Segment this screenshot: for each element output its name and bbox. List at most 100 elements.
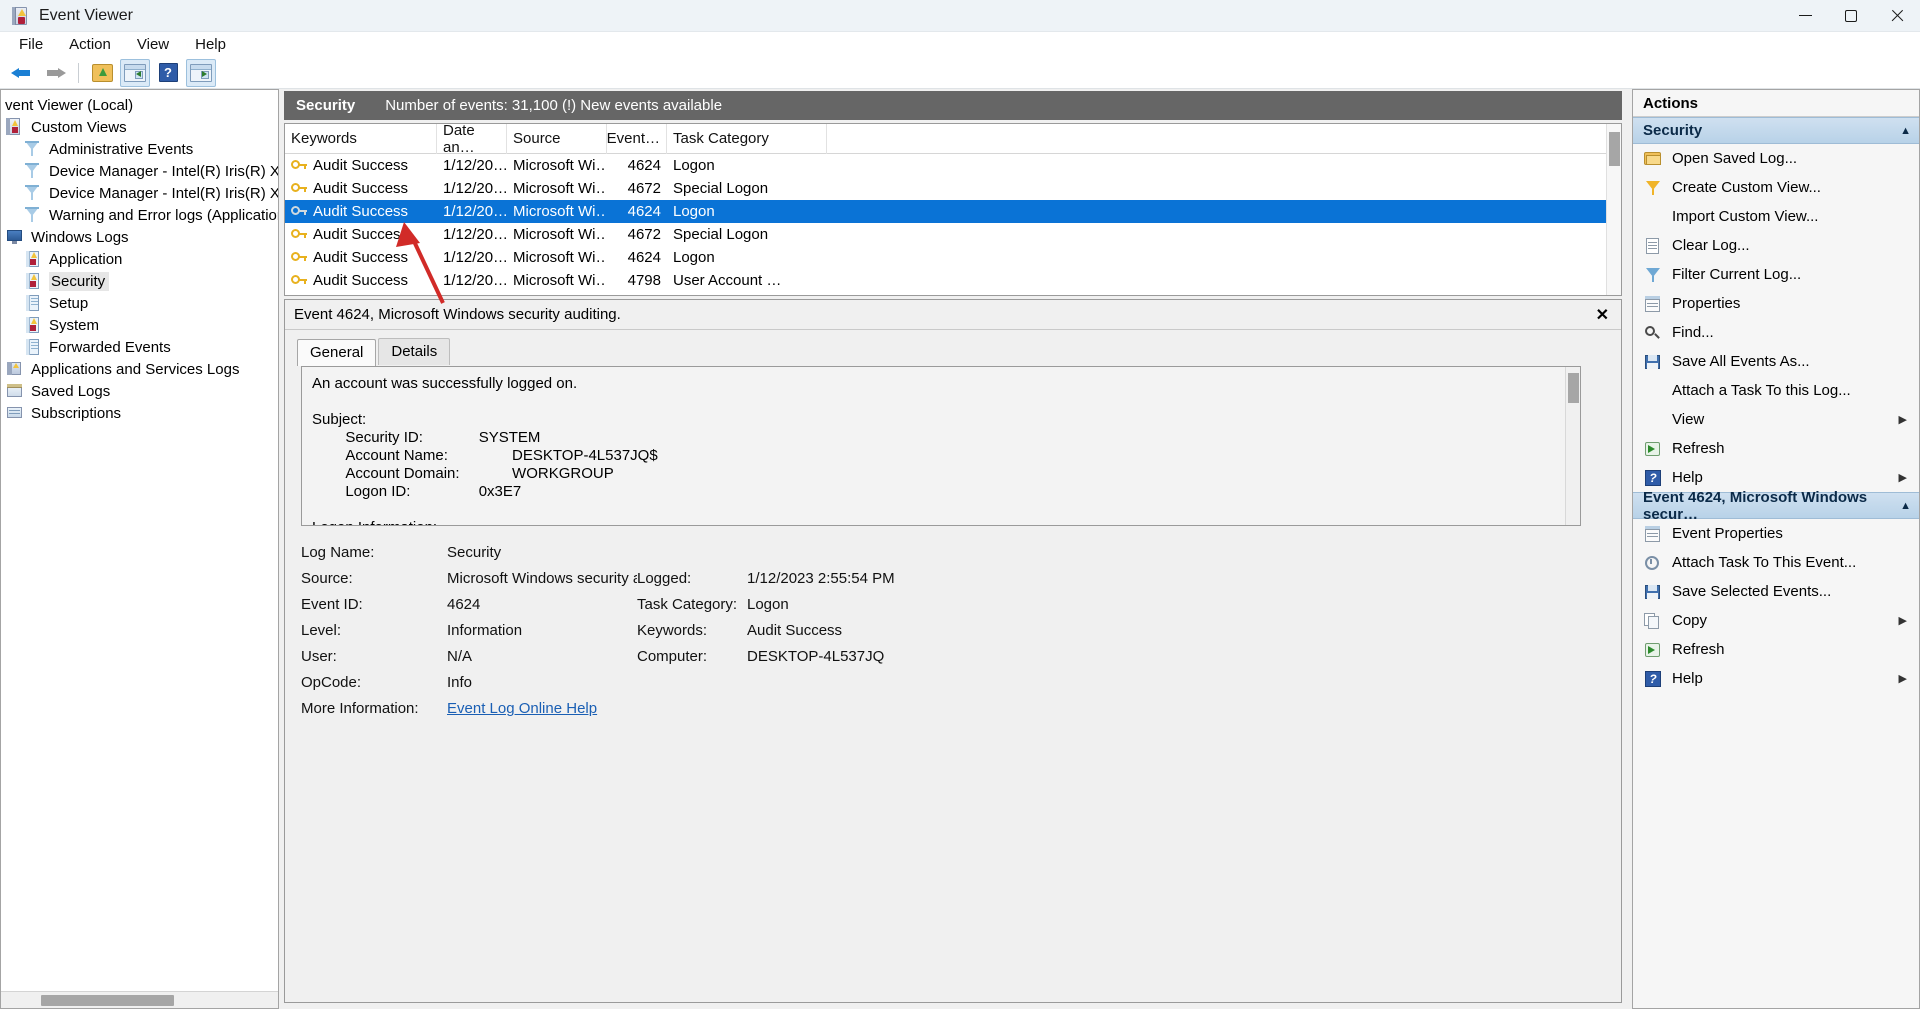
tree-node-applications-and-services-logs[interactable]: Applications and Services Logs bbox=[1, 358, 278, 380]
action-copy[interactable]: Copy ▶ bbox=[1633, 606, 1919, 635]
back-button[interactable] bbox=[7, 59, 37, 87]
table-row[interactable]: Audit Success 1/12/20… Microsoft Wi… 467… bbox=[285, 177, 1606, 200]
chevron-up-icon[interactable]: ▲ bbox=[1900, 125, 1911, 137]
tree-node-setup[interactable]: Setup bbox=[1, 292, 278, 314]
menu-help[interactable]: Help bbox=[182, 34, 239, 55]
cell-task-category: Logon bbox=[673, 249, 715, 266]
tree-node-forwarded-events[interactable]: Forwarded Events bbox=[1, 336, 278, 358]
cell-keywords: Audit Success bbox=[285, 223, 437, 246]
tree-node-custom-views[interactable]: Custom Views bbox=[1, 116, 278, 138]
menu-view[interactable]: View bbox=[124, 34, 182, 55]
cell-date: 1/12/20… bbox=[443, 180, 507, 197]
tab-details[interactable]: Details bbox=[378, 338, 451, 365]
tree-horizontal-scrollbar[interactable] bbox=[1, 991, 278, 1008]
action-import-custom-view[interactable]: Import Custom View... bbox=[1633, 202, 1919, 231]
menu-file[interactable]: File bbox=[6, 34, 56, 55]
action-find[interactable]: Find... bbox=[1633, 318, 1919, 347]
toolbar: ? bbox=[0, 57, 1920, 89]
cell-keywords-text: Audit Success bbox=[313, 180, 409, 197]
submenu-arrow-icon[interactable]: ▶ bbox=[1899, 471, 1907, 484]
minimize-button[interactable] bbox=[1782, 0, 1828, 32]
table-row[interactable]: Audit Success 1/12/20… Microsoft Wi… 462… bbox=[285, 154, 1606, 177]
action-open-saved-log[interactable]: Open Saved Log... bbox=[1633, 144, 1919, 173]
menu-action[interactable]: Action bbox=[56, 34, 124, 55]
tree-node-root[interactable]: vent Viewer (Local) bbox=[1, 94, 278, 116]
open-saved-log-button[interactable] bbox=[87, 59, 117, 87]
action-refresh-event[interactable]: Refresh bbox=[1633, 635, 1919, 664]
keywords-value: Audit Success bbox=[747, 622, 843, 639]
tree-node-system[interactable]: System bbox=[1, 314, 278, 336]
help-button[interactable]: ? bbox=[153, 59, 183, 87]
table-row[interactable]: Audit Success 1/12/20… Microsoft Wi… 479… bbox=[285, 269, 1606, 292]
event-log-online-help-link[interactable]: Event Log Online Help bbox=[447, 700, 597, 717]
audit-success-key-icon bbox=[291, 251, 308, 265]
events-vertical-scrollbar[interactable] bbox=[1606, 124, 1621, 295]
tree-node-subscriptions[interactable]: Subscriptions bbox=[1, 402, 278, 424]
table-row-selected[interactable]: Audit Success 1/12/20… Microsoft Wi… 462… bbox=[285, 200, 1606, 223]
action-properties[interactable]: Properties bbox=[1633, 289, 1919, 318]
tree-node-security[interactable]: Security bbox=[1, 270, 278, 292]
submenu-arrow-icon[interactable]: ▶ bbox=[1899, 413, 1907, 426]
tree-root-label: vent Viewer (Local) bbox=[5, 96, 134, 114]
action-help-event[interactable]: ? Help ▶ bbox=[1633, 664, 1919, 693]
attach-task-icon bbox=[1643, 554, 1663, 572]
table-row[interactable]: Audit Success 1/12/20… Microsoft Wi… 467… bbox=[285, 223, 1606, 246]
scrollbar-thumb[interactable] bbox=[1609, 132, 1620, 166]
tree-node-application[interactable]: Application bbox=[1, 248, 278, 270]
column-header-keywords[interactable]: Keywords bbox=[285, 124, 437, 154]
tree-item-label: Warning and Error logs (Application a bbox=[49, 206, 278, 224]
opcode-label: OpCode: bbox=[301, 674, 362, 691]
tree-node-administrative-events[interactable]: Administrative Events bbox=[1, 138, 278, 160]
action-pane-icon bbox=[190, 63, 212, 82]
maximize-button[interactable] bbox=[1828, 0, 1874, 32]
tree-node-warning-error-logs[interactable]: Warning and Error logs (Application a bbox=[1, 204, 278, 226]
action-clear-log[interactable]: Clear Log... bbox=[1633, 231, 1919, 260]
action-view[interactable]: View ▶ bbox=[1633, 405, 1919, 434]
scrollbar-thumb[interactable] bbox=[41, 995, 174, 1006]
tree-node-saved-logs[interactable]: Saved Logs bbox=[1, 380, 278, 402]
action-refresh[interactable]: Refresh bbox=[1633, 434, 1919, 463]
refresh-icon bbox=[1643, 641, 1663, 659]
help-icon: ? bbox=[1643, 670, 1663, 688]
toggle-console-tree-button[interactable] bbox=[120, 58, 150, 87]
action-attach-task-to-log[interactable]: Attach a Task To this Log... bbox=[1633, 376, 1919, 405]
column-header-task-category[interactable]: Task Category bbox=[667, 124, 827, 154]
action-create-custom-view[interactable]: Create Custom View... bbox=[1633, 173, 1919, 202]
action-filter-current-log[interactable]: Filter Current Log... bbox=[1633, 260, 1919, 289]
table-row[interactable]: Audit Success 1/12/20… Microsoft Wi… 462… bbox=[285, 246, 1606, 269]
tree-item-label: Custom Views bbox=[31, 118, 127, 136]
tree-node-windows-logs[interactable]: Windows Logs bbox=[1, 226, 278, 248]
forward-button[interactable] bbox=[40, 59, 70, 87]
actions-group-header-event[interactable]: Event 4624, Microsoft Windows secur… ▲ bbox=[1633, 489, 1919, 523]
action-save-selected-events[interactable]: Save Selected Events... bbox=[1633, 577, 1919, 606]
cell-event-id: 4624 bbox=[627, 203, 661, 220]
toggle-action-pane-button[interactable] bbox=[186, 58, 216, 87]
description-vertical-scrollbar[interactable] bbox=[1565, 367, 1580, 525]
column-header-date[interactable]: Date an… bbox=[437, 124, 507, 156]
action-save-all-events-as[interactable]: Save All Events As... bbox=[1633, 347, 1919, 376]
tab-general[interactable]: General bbox=[297, 339, 377, 366]
chevron-up-icon[interactable]: ▲ bbox=[1900, 500, 1911, 512]
log-name-value: Security bbox=[447, 544, 502, 561]
column-header-source[interactable]: Source bbox=[507, 124, 607, 154]
funnel-icon bbox=[23, 184, 43, 202]
tree-node-device-manager-1[interactable]: Device Manager - Intel(R) Iris(R) Xe Gr bbox=[1, 160, 278, 182]
action-attach-task-to-event[interactable]: Attach Task To This Event... bbox=[1633, 548, 1919, 577]
close-detail-icon[interactable]: ✕ bbox=[1590, 305, 1615, 325]
actions-group-header-security[interactable]: Security ▲ bbox=[1633, 117, 1919, 144]
close-icon bbox=[1890, 9, 1904, 23]
tree-node-device-manager-2[interactable]: Device Manager - Intel(R) Iris(R) Xe Gr bbox=[1, 182, 278, 204]
tree-item-label: Setup bbox=[49, 294, 89, 312]
console-tree-icon bbox=[124, 63, 146, 82]
submenu-arrow-icon[interactable]: ▶ bbox=[1899, 672, 1907, 685]
tree-item-label: Security bbox=[49, 271, 110, 291]
close-button[interactable] bbox=[1874, 0, 1920, 32]
cell-keywords-text: Audit Success bbox=[313, 157, 409, 174]
scrollbar-thumb[interactable] bbox=[1568, 373, 1579, 403]
submenu-arrow-icon[interactable]: ▶ bbox=[1899, 614, 1907, 627]
column-header-event-id[interactable]: Event… bbox=[607, 124, 667, 154]
action-event-properties[interactable]: Event Properties bbox=[1633, 519, 1919, 548]
